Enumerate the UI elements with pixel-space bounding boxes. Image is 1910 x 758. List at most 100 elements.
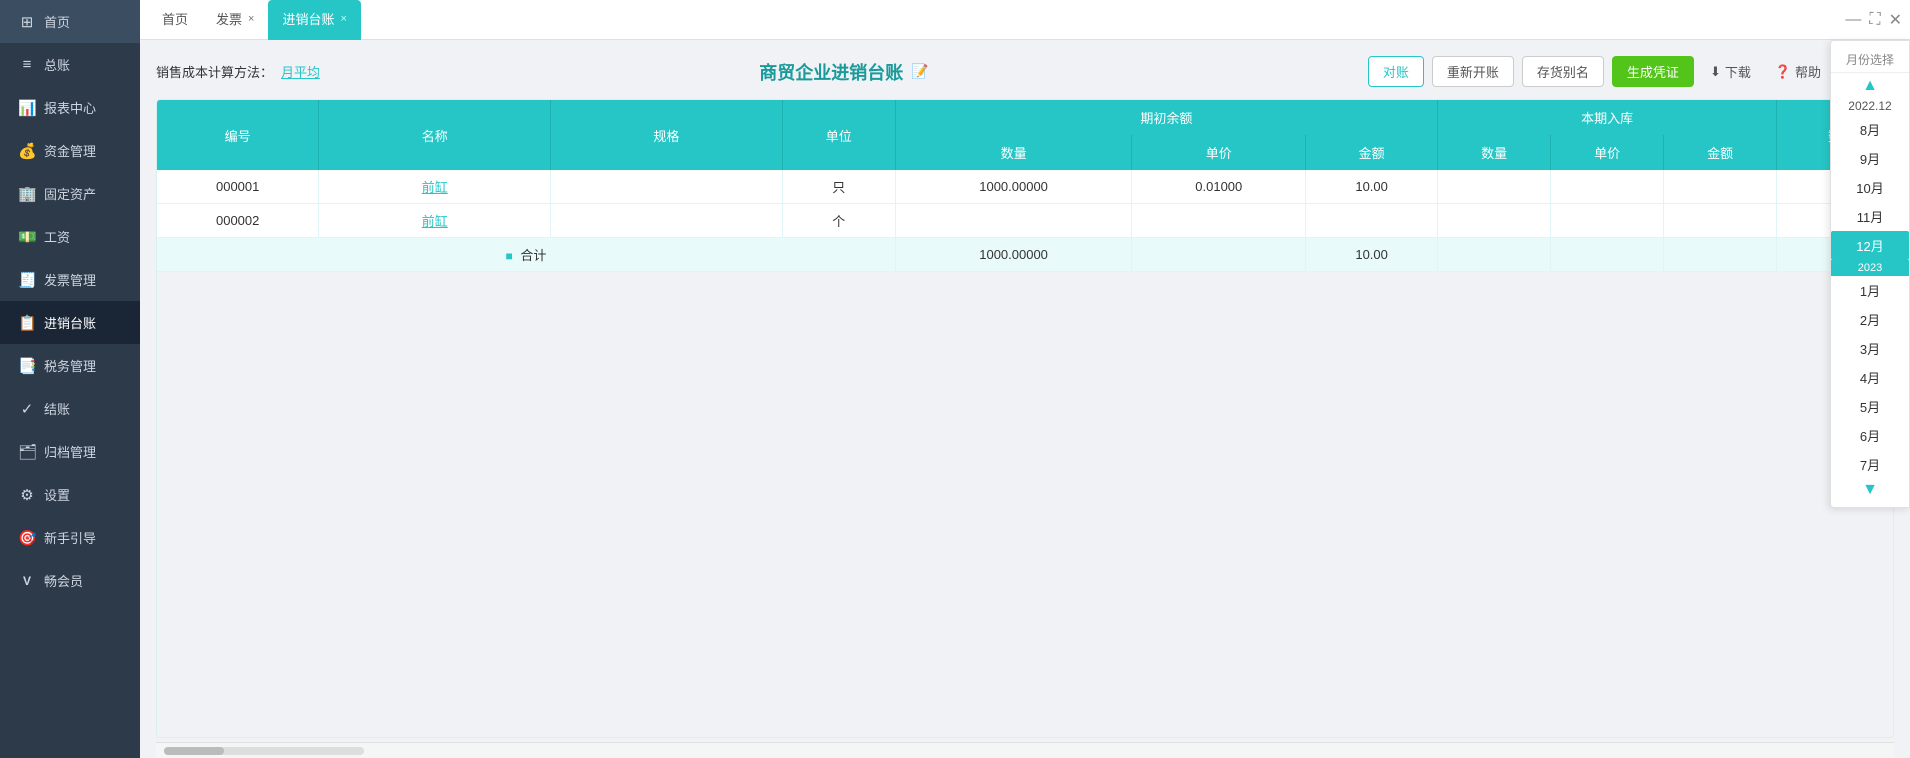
sub-col-opening-price: 单价 — [1132, 135, 1306, 170]
cell-name-1[interactable]: 前缸 — [319, 170, 551, 204]
close-button[interactable]: ✕ — [1889, 10, 1902, 30]
content-area: 销售成本计算方法： 月平均 商贸企业进销台账 📝 对账 重新开账 存货别名 生成… — [140, 40, 1910, 758]
cost-method-value[interactable]: 月平均 — [281, 62, 320, 81]
total-icon: ■ — [505, 249, 512, 263]
cost-method-info: 销售成本计算方法： 月平均 — [156, 62, 320, 81]
total-label-cell: ■ 合计 — [157, 238, 895, 272]
page-title: 商贸企业进销台账 — [759, 59, 903, 85]
cell-in-qty-1 — [1438, 170, 1551, 204]
month-picker-2023-1[interactable]: 1月 — [1831, 276, 1909, 305]
tab-purchase-sales[interactable]: 进销台账 × — [268, 0, 360, 40]
download-button[interactable]: ⬇ 下载 — [1702, 57, 1759, 86]
reconcile-button[interactable]: 对账 — [1368, 56, 1424, 87]
sidebar-label-vip-member: 畅会员 — [44, 571, 83, 590]
save-alias-button[interactable]: 存货别名 — [1522, 56, 1604, 87]
payroll-icon: 💵 — [18, 228, 36, 246]
guide-icon: 🎯 — [18, 529, 36, 547]
settlement-icon: ✓ — [18, 400, 36, 418]
page-title-area: 商贸企业进销台账 📝 — [759, 59, 928, 85]
invoice-icon: 🧾 — [18, 271, 36, 289]
cell-opening-price-1: 0.01000 — [1132, 170, 1306, 204]
help-button[interactable]: ❓ 帮助 — [1767, 57, 1829, 86]
sidebar-item-fund-management[interactable]: 💰 资金管理 — [0, 129, 140, 172]
scrollbar-thumb[interactable] — [164, 747, 224, 755]
cell-id-2: 000002 — [157, 204, 319, 238]
month-picker-year-2022: 2022.12 — [1831, 97, 1909, 115]
help-icon: ❓ — [1775, 64, 1791, 80]
scrollbar-track[interactable] — [164, 747, 364, 755]
main-area: 首页 发票 × 进销台账 × — ⛶ ✕ 销售成本计算方法： 月平均 商贸企业进… — [140, 0, 1910, 758]
minimize-button[interactable]: — — [1845, 11, 1861, 29]
sidebar-label-settings: 设置 — [44, 485, 70, 504]
sidebar-label-beginner-guide: 新手引导 — [44, 528, 96, 547]
cell-opening-qty-2 — [895, 204, 1132, 238]
edit-title-icon[interactable]: 📝 — [911, 63, 928, 80]
month-picker-11[interactable]: 11月 — [1831, 202, 1909, 231]
sub-col-opening-qty: 数量 — [895, 135, 1132, 170]
tab-invoice[interactable]: 发票 × — [202, 0, 268, 40]
month-picker-2023-5[interactable]: 5月 — [1831, 392, 1909, 421]
sub-col-opening-amount: 金额 — [1306, 135, 1438, 170]
tab-purchase-sales-label: 进销台账 — [282, 9, 334, 28]
month-picker-2023-4[interactable]: 4月 — [1831, 363, 1909, 392]
cell-opening-amount-2 — [1306, 204, 1438, 238]
table-row: 000001 前缸 只 1000.00000 0.01000 10.00 — [157, 170, 1893, 204]
sub-col-in-price: 单价 — [1551, 135, 1664, 170]
sidebar-item-general-ledger[interactable]: ≡ 总账 — [0, 43, 140, 86]
sidebar-item-vip-member[interactable]: V 畅会员 — [0, 559, 140, 602]
purchase-icon: 📋 — [18, 314, 36, 332]
month-picker-9[interactable]: 9月 — [1831, 144, 1909, 173]
total-opening-qty: 1000.00000 — [895, 238, 1132, 272]
total-opening-price — [1132, 238, 1306, 272]
tab-invoice-close[interactable]: × — [248, 13, 254, 25]
sidebar-item-invoice-management[interactable]: 🧾 发票管理 — [0, 258, 140, 301]
cell-in-amount-2 — [1664, 204, 1777, 238]
month-picker-12[interactable]: 12月 — [1831, 231, 1909, 260]
col-header-id: 编号 — [157, 100, 319, 170]
sidebar-item-beginner-guide[interactable]: 🎯 新手引导 — [0, 516, 140, 559]
sidebar-item-purchase-sales[interactable]: 📋 进销台账 — [0, 301, 140, 344]
sidebar-item-archive-management[interactable]: 🗂 归档管理 — [0, 430, 140, 473]
table-row: 000002 前缸 个 — [157, 204, 1893, 238]
month-picker-2023-7[interactable]: 7月 — [1831, 450, 1909, 479]
cell-opening-price-2 — [1132, 204, 1306, 238]
vip-icon: V — [18, 574, 36, 588]
tab-home[interactable]: 首页 — [148, 0, 202, 40]
sidebar-item-settlement[interactable]: ✓ 结账 — [0, 387, 140, 430]
month-picker-down[interactable]: ▼ — [1831, 479, 1909, 501]
generate-voucher-button[interactable]: 生成凭证 — [1612, 56, 1694, 87]
total-in-amount — [1664, 238, 1777, 272]
col-header-current-in: 本期入库 — [1438, 100, 1777, 135]
sidebar-item-report-center[interactable]: 📊 报表中心 — [0, 86, 140, 129]
cost-method-label: 销售成本计算方法： — [156, 62, 273, 81]
sidebar-item-fixed-assets[interactable]: 🏢 固定资产 — [0, 172, 140, 215]
month-picker-2023-3[interactable]: 3月 — [1831, 334, 1909, 363]
month-picker-up[interactable]: ▲ — [1831, 75, 1909, 97]
sidebar-label-fund-management: 资金管理 — [44, 141, 96, 160]
sidebar-label-tax-management: 税务管理 — [44, 356, 96, 375]
horizontal-scrollbar[interactable] — [156, 742, 1894, 758]
col-header-spec: 规格 — [551, 100, 783, 170]
sidebar-label-payroll: 工资 — [44, 227, 70, 246]
month-picker-8[interactable]: 8月 — [1831, 115, 1909, 144]
maximize-button[interactable]: ⛶ — [1869, 11, 1880, 29]
tab-purchase-sales-close[interactable]: × — [340, 13, 346, 25]
sidebar-item-home[interactable]: ⊞ 首页 — [0, 0, 140, 43]
sidebar-item-settings[interactable]: ⚙ 设置 — [0, 473, 140, 516]
col-header-name: 名称 — [319, 100, 551, 170]
total-label: 合计 — [520, 248, 546, 263]
sidebar-label-fixed-assets: 固定资产 — [44, 184, 96, 203]
tax-icon: 📑 — [18, 357, 36, 375]
month-picker-10[interactable]: 10月 — [1831, 173, 1909, 202]
col-header-unit: 单位 — [782, 100, 895, 170]
sidebar-label-invoice-management: 发票管理 — [44, 270, 96, 289]
sidebar-item-tax-management[interactable]: 📑 税务管理 — [0, 344, 140, 387]
cell-name-2[interactable]: 前缸 — [319, 204, 551, 238]
reopen-button[interactable]: 重新开账 — [1432, 56, 1514, 87]
month-picker-2023-6[interactable]: 6月 — [1831, 421, 1909, 450]
month-picker-2023-2[interactable]: 2月 — [1831, 305, 1909, 334]
fund-icon: 💰 — [18, 142, 36, 160]
sidebar-label-general-ledger: 总账 — [44, 55, 70, 74]
month-picker-panel: 月份选择 ▲ 2022.12 8月 9月 10月 11月 12月 2023 1月… — [1830, 40, 1910, 508]
sidebar-item-payroll[interactable]: 💵 工资 — [0, 215, 140, 258]
